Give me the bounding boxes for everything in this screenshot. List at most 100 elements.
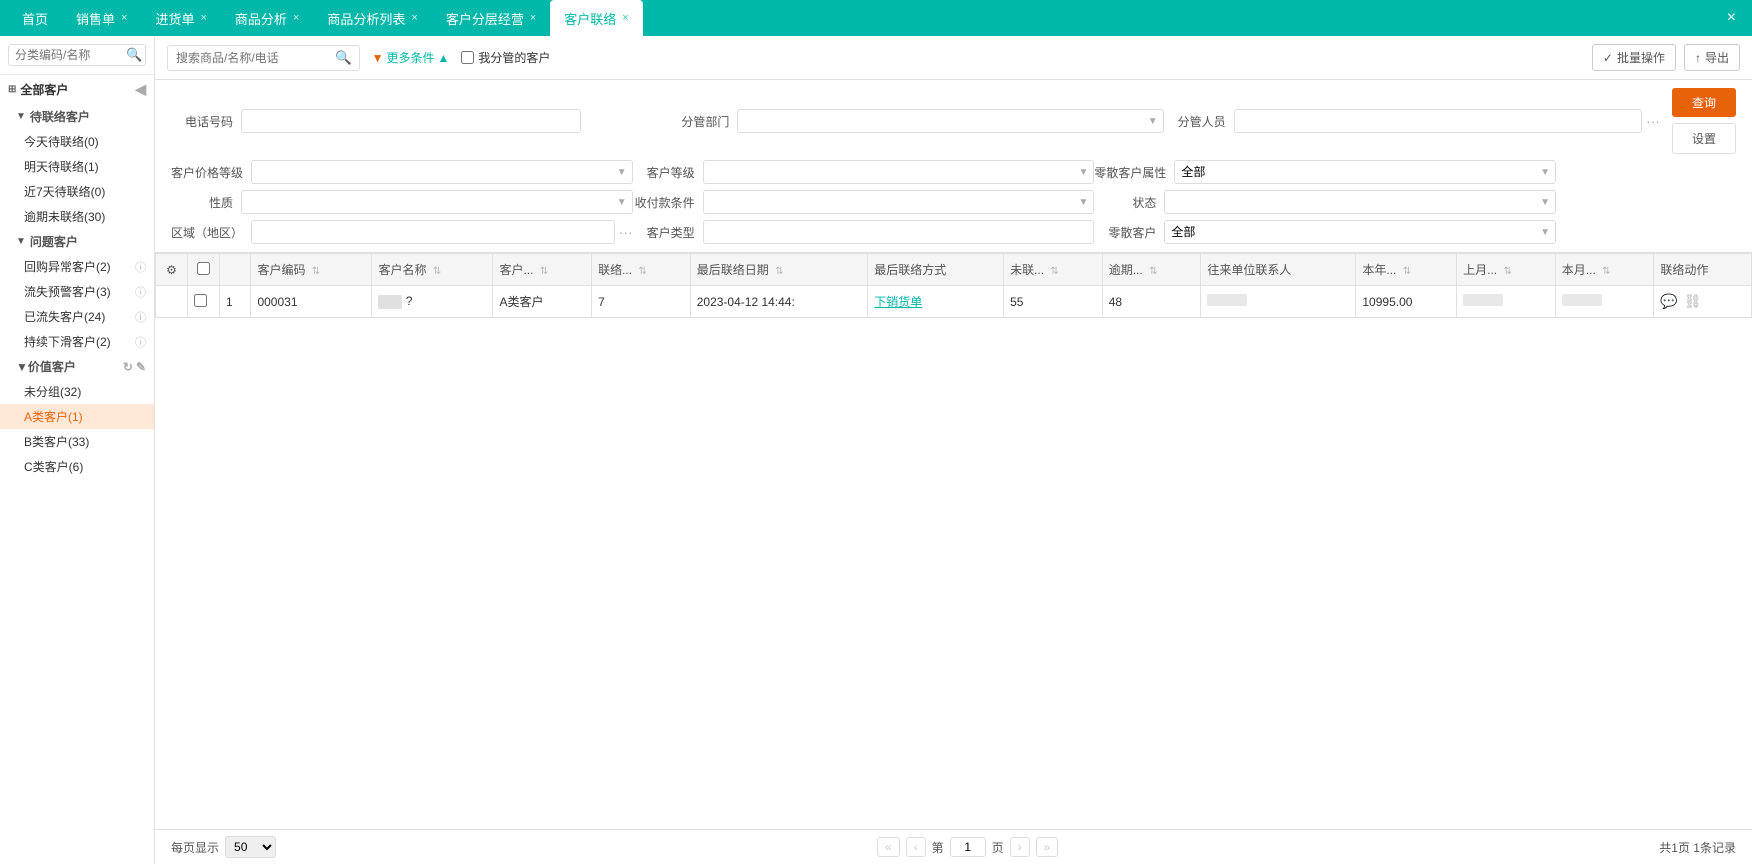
status-select[interactable] xyxy=(1164,190,1556,214)
sparse-attr-select[interactable]: 全部 xyxy=(1174,160,1556,184)
next-page-button[interactable]: › xyxy=(1010,837,1030,857)
sidebar-search-wrap: 🔍 xyxy=(0,36,154,75)
cell-action: 💬 ⛓ xyxy=(1654,286,1752,318)
filter-icon: ▼ xyxy=(372,51,384,65)
sort-lastmonth-icon: ⇅ xyxy=(1503,266,1511,277)
nav-product-analysis-close[interactable]: × xyxy=(293,12,299,24)
customer-grade-select[interactable] xyxy=(703,160,1095,184)
sidebar-item-tomorrow[interactable]: 明天待联络(1) xyxy=(0,154,154,179)
link-icon[interactable]: ⛓ xyxy=(1684,293,1702,310)
edit-icon[interactable]: ✎ xyxy=(136,360,146,374)
export-button[interactable]: ↑ 导出 xyxy=(1684,44,1740,71)
nav-product-analysis[interactable]: 商品分析 × xyxy=(221,0,313,36)
last-month-placeholder xyxy=(1463,294,1503,306)
column-type[interactable]: 客户... ⇅ xyxy=(493,254,592,286)
content-area: 🔍 ▼ 更多条件 ▲ 我分管的客户 ✓ 批量操作 ↑ 导出 xyxy=(155,36,1752,864)
sidebar-item-unclassified[interactable]: 未分组(32) xyxy=(0,379,154,404)
page-number-input[interactable] xyxy=(950,837,986,857)
select-all-checkbox[interactable] xyxy=(197,262,210,275)
customer-type-input[interactable] xyxy=(703,220,1095,244)
manager-input[interactable] xyxy=(1234,109,1642,133)
nav-customer-contact[interactable]: 客户联络 × xyxy=(550,0,642,36)
column-last-date[interactable]: 最后联络日期 ⇅ xyxy=(690,254,868,286)
query-button[interactable]: 查询 xyxy=(1672,88,1736,117)
column-this-year[interactable]: 本年... ⇅ xyxy=(1356,254,1457,286)
setting-button[interactable]: 设置 xyxy=(1672,123,1736,154)
column-last-month[interactable]: 上月... ⇅ xyxy=(1457,254,1556,286)
last-page-button[interactable]: » xyxy=(1036,837,1059,857)
nav-product-list-close[interactable]: × xyxy=(411,12,417,24)
message-icon[interactable]: 💬 xyxy=(1660,293,1677,310)
cell-check[interactable] xyxy=(188,286,220,318)
top-nav: 首页 销售单 × 进货单 × 商品分析 × 商品分析列表 × 客户分层经营 × … xyxy=(0,0,1752,36)
phone-input[interactable] xyxy=(241,109,581,133)
sidebar-all-customers-section: ⊞ 全部客户 ◀ ▼ 待联络客户 今天待联络(0) 明天待联络(1) 近7天待联… xyxy=(0,75,154,479)
cell-this-year: 10995.00 xyxy=(1356,286,1457,318)
nav-purchase-close[interactable]: × xyxy=(200,12,206,24)
search-button[interactable]: 🔍 xyxy=(328,46,359,70)
region-input[interactable] xyxy=(251,220,615,244)
my-customers-checkbox-label[interactable]: 我分管的客户 xyxy=(461,49,550,66)
column-overdue[interactable]: 逾期... ⇅ xyxy=(1102,254,1201,286)
payment-select[interactable] xyxy=(703,190,1095,214)
nav-product-analysis-list[interactable]: 商品分析列表 × xyxy=(313,0,431,36)
chevron-icon: ▲ xyxy=(438,51,450,65)
search-input[interactable] xyxy=(168,47,328,69)
sidebar-item-today[interactable]: 今天待联络(0) xyxy=(0,129,154,154)
last-method-link[interactable]: 下销货单 xyxy=(874,295,922,309)
sidebar-item-class-c[interactable]: C类客户(6) xyxy=(0,454,154,479)
column-contact-count[interactable]: 联络... ⇅ xyxy=(592,254,691,286)
nav-customer-contact-close[interactable]: × xyxy=(622,12,628,24)
dept-select[interactable] xyxy=(737,109,1163,133)
column-no-contact[interactable]: 未联... ⇅ xyxy=(1004,254,1103,286)
column-gear[interactable]: ⚙ xyxy=(156,254,188,286)
nav-home[interactable]: 首页 xyxy=(8,0,62,36)
value-customers-header[interactable]: ▼ 价值客户 ↻ ✎ xyxy=(0,354,154,379)
sidebar-collapse-icon[interactable]: ◀ xyxy=(135,81,146,98)
sparse-customer-wrap: 全部 ▼ xyxy=(1164,220,1556,244)
nature-wrap: ▼ xyxy=(241,190,633,214)
prev-page-button[interactable]: ‹ xyxy=(906,837,926,857)
row-checkbox[interactable] xyxy=(194,294,207,307)
page-size-select[interactable]: 50 100 200 xyxy=(225,836,276,858)
sidebar-all-customers-header[interactable]: ⊞ 全部客户 ◀ xyxy=(0,75,154,104)
problem-customers-header[interactable]: ▼ 问题客户 xyxy=(0,229,154,254)
grid-icon: ⊞ xyxy=(8,84,16,95)
region-dots-icon[interactable]: ··· xyxy=(619,224,633,240)
filter-payment: 收付款条件 ▼ xyxy=(633,190,1095,214)
nature-select[interactable] xyxy=(241,190,633,214)
price-grade-select[interactable] xyxy=(251,160,633,184)
sidebar-item-7days[interactable]: 近7天待联络(0) xyxy=(0,179,154,204)
nav-sales[interactable]: 销售单 × xyxy=(62,0,141,36)
sidebar-item-class-a[interactable]: A类客户(1) xyxy=(0,404,154,429)
export-icon: ↑ xyxy=(1695,51,1701,65)
column-name[interactable]: 客户名称 ⇅ xyxy=(372,254,493,286)
sidebar-item-churned[interactable]: 已流失客户(24) ⓘ xyxy=(0,304,154,329)
cell-name: ? xyxy=(372,286,493,318)
first-page-button[interactable]: « xyxy=(877,837,900,857)
sidebar-item-declining[interactable]: 持续下滑客户(2) ⓘ xyxy=(0,329,154,354)
global-close-button[interactable]: × xyxy=(1719,9,1744,27)
batch-op-button[interactable]: ✓ 批量操作 xyxy=(1592,44,1676,71)
more-filters-button[interactable]: ▼ 更多条件 ▲ xyxy=(372,49,450,66)
cell-last-method[interactable]: 下销货单 xyxy=(868,286,1004,318)
nav-purchase[interactable]: 进货单 × xyxy=(141,0,220,36)
sparse-customer-select[interactable]: 全部 xyxy=(1164,220,1556,244)
pending-contact-header[interactable]: ▼ 待联络客户 xyxy=(0,104,154,129)
column-code[interactable]: 客户编码 ⇅ xyxy=(251,254,372,286)
column-check[interactable] xyxy=(188,254,220,286)
sidebar-item-repurchase-anomaly[interactable]: 回购异常客户(2) ⓘ xyxy=(0,254,154,279)
refresh-icon[interactable]: ↻ xyxy=(123,360,133,374)
manager-dots-icon[interactable]: ··· xyxy=(1646,113,1660,129)
nav-customer-tier[interactable]: 客户分层经营 × xyxy=(432,0,550,36)
sidebar-item-churn-warning[interactable]: 流失预警客户(3) ⓘ xyxy=(0,279,154,304)
my-customers-checkbox[interactable] xyxy=(461,51,474,64)
sidebar-item-overdue[interactable]: 逾期未联络(30) xyxy=(0,204,154,229)
nav-sales-close[interactable]: × xyxy=(121,12,127,24)
sort-contact-icon: ⇅ xyxy=(638,266,646,277)
arrow-down-icon3: ▼ xyxy=(16,360,28,374)
column-this-month[interactable]: 本月... ⇅ xyxy=(1555,254,1654,286)
sidebar-item-class-b[interactable]: B类客户(33) xyxy=(0,429,154,454)
cell-last-date: 2023-04-12 14:44: xyxy=(690,286,868,318)
nav-customer-tier-close[interactable]: × xyxy=(530,12,536,24)
